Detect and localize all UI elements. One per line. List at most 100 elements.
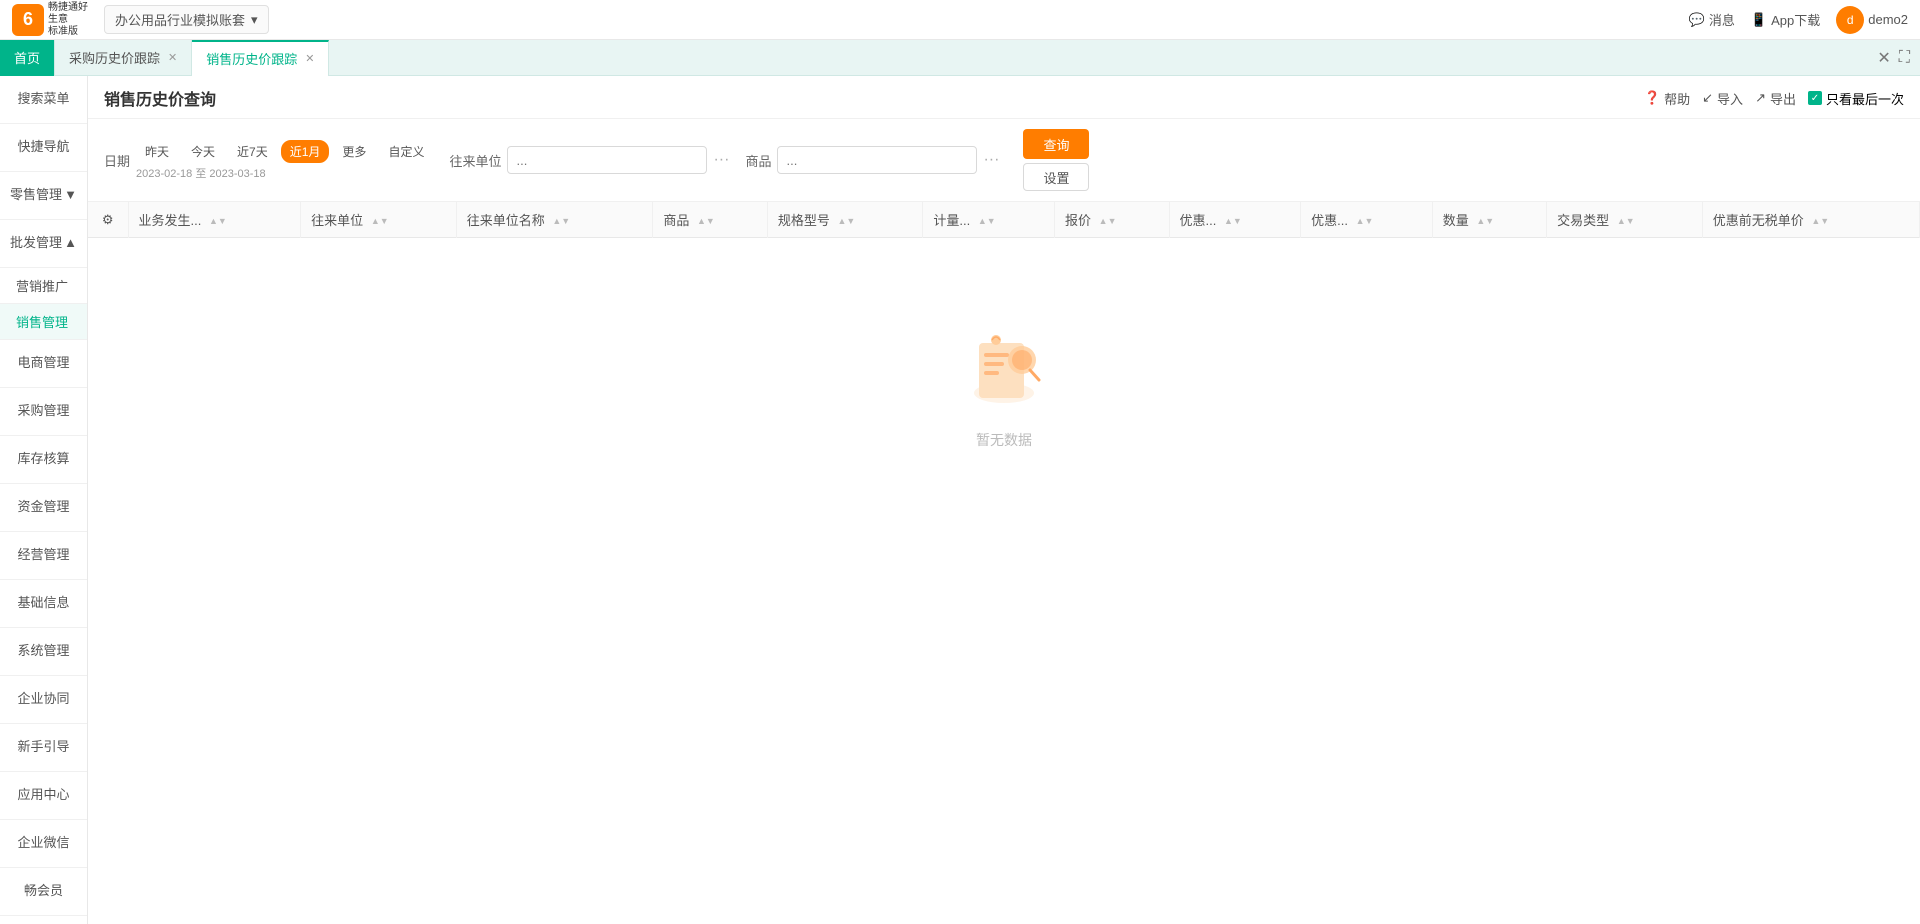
th-goods[interactable]: 商品 ▲▼ <box>653 202 767 238</box>
sort-arrows-quantity: ▲▼ <box>1476 217 1494 226</box>
partner-input[interactable] <box>507 146 707 174</box>
sidebar-item-quicknav[interactable]: 快捷导航 <box>0 124 87 172</box>
date-filter-group: 日期 昨天 今天 近7天 近1月 更多 自定义 2023-02-18 至 202… <box>104 140 433 181</box>
chevron-down-icon: ▼ <box>64 187 77 204</box>
date-range-display: 2023-02-18 至 2023-03-18 <box>136 165 266 181</box>
empty-text: 暂无数据 <box>976 430 1032 450</box>
th-partner-name[interactable]: 往来单位名称 ▲▼ <box>456 202 653 238</box>
th-biz-date[interactable]: 业务发生... ▲▼ <box>128 202 301 238</box>
sidebar-item-finance[interactable]: 资金管理 <box>0 484 87 532</box>
expand-icon[interactable]: ⛶ <box>1899 49 1910 67</box>
th-spec[interactable]: 规格型号 ▲▼ <box>767 202 923 238</box>
export-button[interactable]: ↗ 导出 <box>1755 89 1796 108</box>
export-icon: ↗ <box>1755 90 1766 106</box>
sort-arrows-discount2: ▲▼ <box>1356 217 1374 226</box>
table-header-row: ⚙ 业务发生... ▲▼ 往来单位 ▲▼ 往来单位名称 <box>88 202 1920 238</box>
sort-arrows-price: ▲▼ <box>1099 217 1117 226</box>
th-unit[interactable]: 计量... ▲▼ <box>923 202 1055 238</box>
tab-sales-history[interactable]: 销售历史价跟踪 ✕ <box>192 40 329 76</box>
th-discount1[interactable]: 优惠... ▲▼ <box>1169 202 1301 238</box>
query-button[interactable]: 查询 <box>1023 129 1089 159</box>
sidebar-item-wholesale[interactable]: 批发管理 ▲ <box>0 220 87 268</box>
sidebar-item-appstore[interactable]: 应用中心 <box>0 772 87 820</box>
table-settings-icon: ⚙ <box>102 212 114 227</box>
goods-picker-icon[interactable]: ··· <box>983 151 999 169</box>
th-price[interactable]: 报价 ▲▼ <box>1055 202 1169 238</box>
page-header: 销售历史价查询 ❓ 帮助 ↙ 导入 ↗ 导出 ✓ <box>88 76 1920 119</box>
empty-icon <box>954 318 1054 418</box>
date-btn-7days[interactable]: 近7天 <box>228 140 277 163</box>
sidebar: 搜索菜单 快捷导航 零售管理 ▼ 批发管理 ▲ 营销推广 销售管理 电商管理 采… <box>0 76 88 924</box>
user-menu-button[interactable]: d demo2 <box>1836 6 1908 34</box>
sidebar-item-ecommerce[interactable]: 电商管理 <box>0 340 87 388</box>
close-tab-icon[interactable]: ✕ <box>1877 48 1890 68</box>
goods-input[interactable] <box>777 146 977 174</box>
th-quantity[interactable]: 数量 ▲▼ <box>1432 202 1546 238</box>
partner-picker-icon[interactable]: ··· <box>713 151 729 169</box>
sort-arrows-spec: ▲▼ <box>838 217 856 226</box>
sidebar-item-retail[interactable]: 零售管理 ▼ <box>0 172 87 220</box>
sidebar-item-marketing[interactable]: 营销推广 <box>0 268 87 304</box>
checkbox-icon: ✓ <box>1808 91 1822 105</box>
message-button[interactable]: 💬 消息 <box>1689 10 1735 29</box>
chevron-up-icon: ▲ <box>64 235 77 252</box>
sidebar-item-wechat[interactable]: 企业微信 <box>0 820 87 868</box>
action-buttons-group: 查询 设置 <box>1023 129 1089 191</box>
sort-arrows-goods: ▲▼ <box>697 217 715 226</box>
tab-bar-actions: ✕ ⛶ <box>1877 48 1920 68</box>
sort-arrows-tax-price: ▲▼ <box>1811 217 1829 226</box>
import-icon: ↙ <box>1702 90 1713 106</box>
data-table: ⚙ 业务发生... ▲▼ 往来单位 ▲▼ 往来单位名称 <box>88 202 1920 238</box>
settings-button[interactable]: 设置 <box>1023 163 1089 191</box>
th-tax-price[interactable]: 优惠前无税单价 ▲▼ <box>1702 202 1919 238</box>
only-last-checkbox[interactable]: ✓ 只看最后一次 <box>1808 89 1904 108</box>
help-icon: ❓ <box>1644 90 1660 106</box>
sidebar-item-basic-info[interactable]: 基础信息 <box>0 580 87 628</box>
th-partner-code[interactable]: 往来单位 ▲▼ <box>301 202 457 238</box>
partner-filter-group: 往来单位 ··· <box>449 146 729 174</box>
th-trade-type[interactable]: 交易类型 ▲▼ <box>1547 202 1703 238</box>
goods-filter-group: 商品 ··· <box>745 146 999 174</box>
chevron-down-icon: ▾ <box>251 12 258 28</box>
account-dropdown[interactable]: 办公用品行业模拟账套 ▾ <box>104 5 269 34</box>
sort-arrows-partner-name: ▲▼ <box>552 217 570 226</box>
sort-arrows-biz-date: ▲▼ <box>209 217 227 226</box>
empty-state: 暂无数据 <box>88 238 1920 530</box>
tab-home[interactable]: 首页 <box>0 40 55 76</box>
page-actions: ❓ 帮助 ↙ 导入 ↗ 导出 ✓ 只看最后一次 <box>1644 89 1904 108</box>
logo-text: 畅捷通好生意 标准版 <box>48 2 92 38</box>
goods-filter-label: 商品 <box>745 151 771 170</box>
th-settings[interactable]: ⚙ <box>88 202 128 238</box>
th-discount2[interactable]: 优惠... ▲▼ <box>1301 202 1433 238</box>
sidebar-item-inventory[interactable]: 库存核算 <box>0 436 87 484</box>
top-bar: 6 畅捷通好生意 标准版 办公用品行业模拟账套 ▾ 💬 消息 📱 App下载 d… <box>0 0 1920 40</box>
app-download-button[interactable]: 📱 App下载 <box>1751 10 1820 29</box>
sidebar-item-sales-mgmt[interactable]: 销售管理 <box>0 304 87 340</box>
tab-purchase-history[interactable]: 采购历史价跟踪 ✕ <box>55 40 192 76</box>
sidebar-item-enterprise[interactable]: 企业协同 <box>0 676 87 724</box>
page-content: 销售历史价查询 ❓ 帮助 ↙ 导入 ↗ 导出 ✓ <box>88 76 1920 924</box>
partner-filter-label: 往来单位 <box>449 151 501 170</box>
help-button[interactable]: ❓ 帮助 <box>1644 89 1690 108</box>
sort-arrows-unit: ▲▼ <box>978 217 996 226</box>
date-buttons: 昨天 今天 近7天 近1月 更多 自定义 <box>136 140 433 163</box>
sidebar-item-search[interactable]: 搜索菜单 <box>0 76 87 124</box>
tab-purchase-close-icon[interactable]: ✕ <box>168 51 177 64</box>
sidebar-item-purchase[interactable]: 采购管理 <box>0 388 87 436</box>
date-btn-1month[interactable]: 近1月 <box>281 140 330 163</box>
sidebar-item-vip[interactable]: 畅会员 <box>0 868 87 916</box>
date-btn-yesterday[interactable]: 昨天 <box>136 140 178 163</box>
avatar: d <box>1836 6 1864 34</box>
logo-icon: 6 <box>12 4 44 36</box>
date-btn-today[interactable]: 今天 <box>182 140 224 163</box>
sidebar-item-system[interactable]: 系统管理 <box>0 628 87 676</box>
content-area: 销售历史价查询 ❓ 帮助 ↙ 导入 ↗ 导出 ✓ <box>88 76 1920 924</box>
date-btn-more[interactable]: 更多 <box>333 140 375 163</box>
page-title: 销售历史价查询 <box>104 86 216 110</box>
date-btn-custom[interactable]: 自定义 <box>379 140 433 163</box>
import-button[interactable]: ↙ 导入 <box>1702 89 1743 108</box>
tab-sales-close-icon[interactable]: ✕ <box>305 52 314 65</box>
sidebar-item-operations[interactable]: 经营管理 <box>0 532 87 580</box>
sidebar-item-newbie[interactable]: 新手引导 <box>0 724 87 772</box>
date-options: 昨天 今天 近7天 近1月 更多 自定义 2023-02-18 至 2023-0… <box>136 140 433 181</box>
